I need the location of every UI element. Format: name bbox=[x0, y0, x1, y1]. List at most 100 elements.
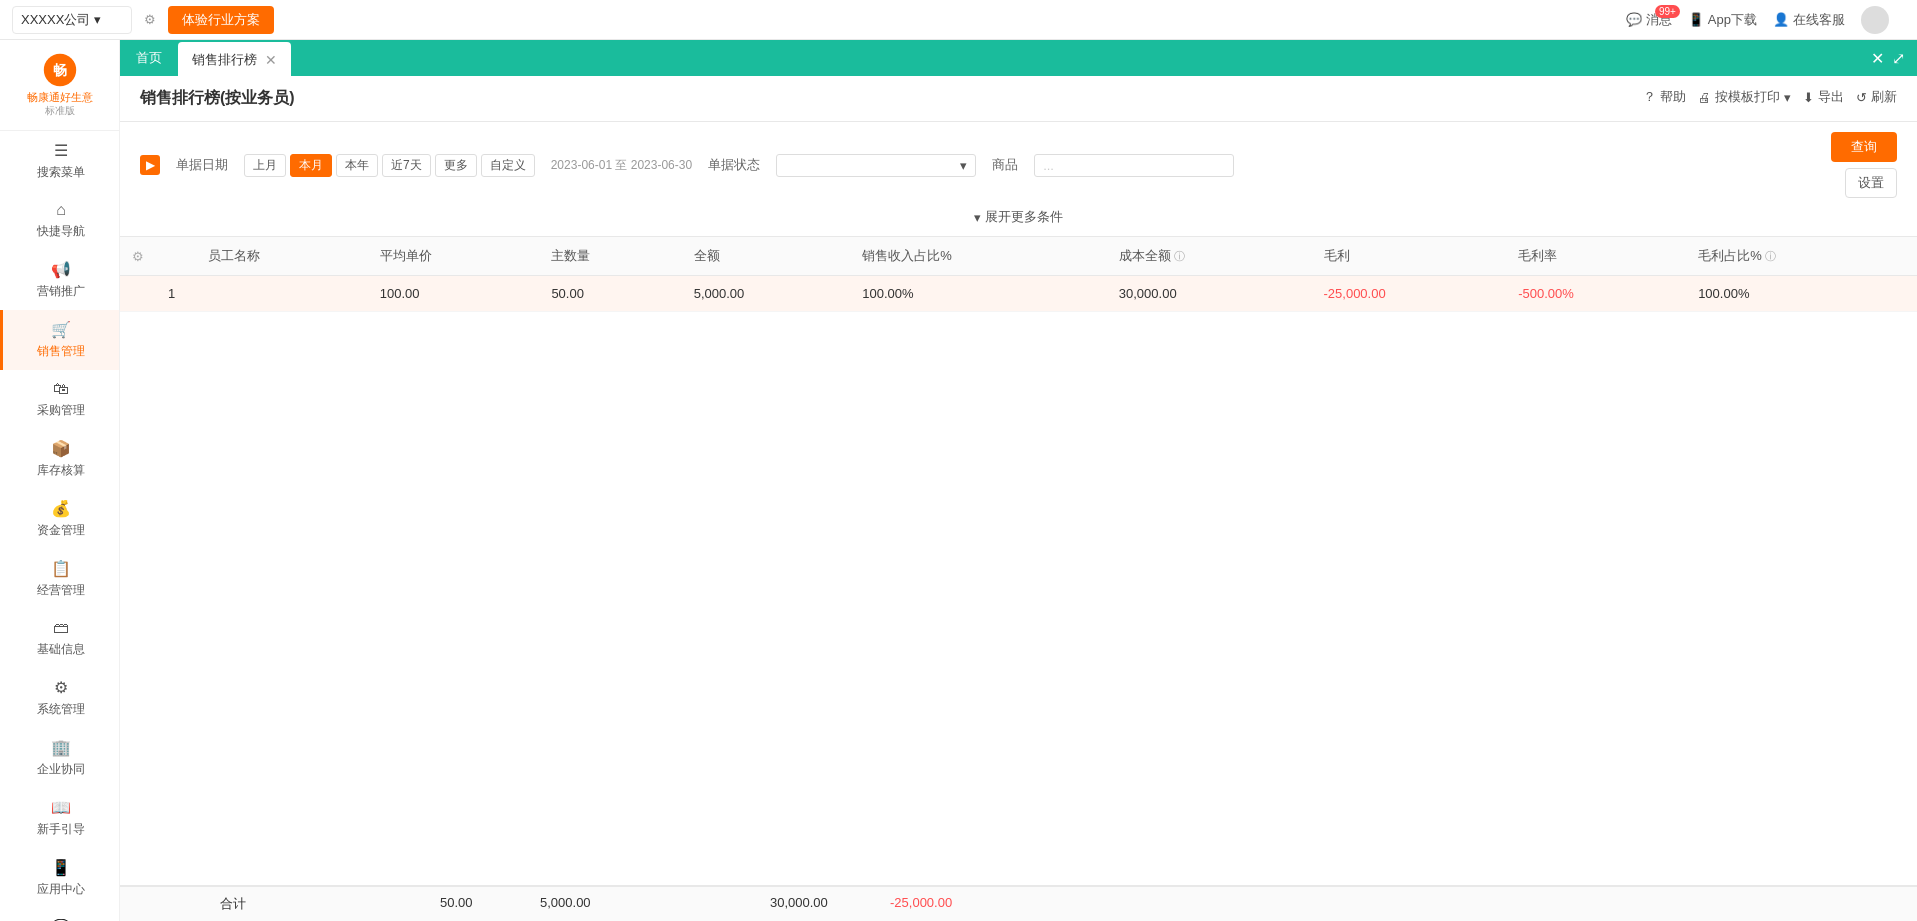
cell-qty: 50.00 bbox=[539, 276, 681, 312]
footer-avg-price-spacer bbox=[328, 895, 428, 913]
sidebar-icon-guide: 📖 bbox=[51, 798, 71, 817]
sidebar-label-search: 搜索菜单 bbox=[37, 164, 85, 181]
gross-pct-info-icon[interactable]: ⓘ bbox=[1765, 250, 1776, 262]
expand-row: ▾ 展开更多条件 bbox=[140, 202, 1897, 226]
print-icon: 🖨 bbox=[1698, 90, 1711, 105]
sidebar-item-inventory[interactable]: 📦 库存核算 bbox=[0, 429, 119, 489]
tab-close-icon[interactable]: ✕ bbox=[265, 52, 277, 68]
sidebar-items-container: ☰ 搜索菜单 ⌂ 快捷导航 📢 营销推广 🛒 销售管理 🛍 采购管理 📦 库存核… bbox=[0, 131, 119, 921]
sidebar-item-appstore[interactable]: 📱 应用中心 bbox=[0, 848, 119, 908]
sidebar-label-quick-nav: 快捷导航 bbox=[37, 223, 85, 240]
page-title: 销售排行榜(按业务员) bbox=[140, 88, 295, 121]
table-footer: 合计 50.00 5,000.00 30,000.00 -25,000.00 bbox=[120, 885, 1917, 921]
sidebar-item-sales[interactable]: 🛒 销售管理 bbox=[0, 310, 119, 370]
sidebar-icon-basic: 🗃 bbox=[53, 619, 69, 637]
footer-gross: -25,000.00 bbox=[878, 895, 978, 913]
app-download-button[interactable]: 📱 App下载 bbox=[1688, 11, 1757, 29]
sidebar-item-marketing[interactable]: 📢 营销推广 bbox=[0, 250, 119, 310]
page-header: 销售排行榜(按业务员) ？ 帮助 🖨 按模板打印 ▾ ⬇ 导出 bbox=[120, 76, 1917, 122]
sidebar-label-marketing: 营销推广 bbox=[37, 283, 85, 300]
cell-amount: 5,000.00 bbox=[682, 276, 851, 312]
maximize-icon[interactable]: ⤢ bbox=[1892, 49, 1905, 68]
expand-button[interactable]: ▾ 展开更多条件 bbox=[974, 208, 1063, 226]
date-btn-custom[interactable]: 自定义 bbox=[481, 154, 535, 177]
sidebar-icon-marketing: 📢 bbox=[51, 260, 71, 279]
th-gross-rate: 毛利率 bbox=[1506, 237, 1686, 276]
th-name: 员工名称 bbox=[196, 237, 368, 276]
filter-toggle-icon[interactable]: ▶ bbox=[140, 155, 160, 175]
sidebar-icon-appstore: 📱 bbox=[51, 858, 71, 877]
cell-rank: 1 bbox=[156, 276, 196, 312]
tab-label: 销售排行榜 bbox=[192, 51, 257, 69]
sidebar-item-wechat[interactable]: 💬 企业微信 bbox=[0, 908, 119, 921]
sidebar-item-system[interactable]: ⚙ 系统管理 bbox=[0, 668, 119, 728]
footer-spacer-1 bbox=[132, 895, 168, 913]
query-button[interactable]: 查询 bbox=[1831, 132, 1897, 162]
company-selector[interactable]: XXXXX公司 ▾ bbox=[12, 6, 132, 34]
message-button[interactable]: 💬 消息 99+ bbox=[1626, 11, 1672, 29]
footer-spacer-2 bbox=[168, 895, 208, 913]
footer-cells: 合计 50.00 5,000.00 30,000.00 -25,000.00 bbox=[132, 895, 1905, 913]
date-btn-current-month[interactable]: 本月 bbox=[290, 154, 332, 177]
online-service-button[interactable]: 👤 在线客服 bbox=[1773, 11, 1845, 29]
sidebar-icon-finance: 💰 bbox=[51, 499, 71, 518]
sidebar-item-search[interactable]: ☰ 搜索菜单 bbox=[0, 131, 119, 191]
main-layout: 畅 畅康通好生意 标准版 ☰ 搜索菜单 ⌂ 快捷导航 📢 营销推广 🛒 销售管理… bbox=[0, 40, 1917, 921]
sidebar-icon-purchase: 🛍 bbox=[53, 380, 69, 398]
tab-home[interactable]: 首页 bbox=[120, 40, 178, 76]
date-filter-group: 上月 本月 本年 近7天 更多 自定义 bbox=[244, 154, 535, 177]
print-button[interactable]: 🖨 按模板打印 ▾ bbox=[1698, 88, 1791, 106]
settings-col-icon[interactable]: ⚙ bbox=[132, 249, 144, 264]
export-button[interactable]: ⬇ 导出 bbox=[1803, 88, 1844, 106]
date-btn-last-month[interactable]: 上月 bbox=[244, 154, 286, 177]
page-content: 销售排行榜(按业务员) ？ 帮助 🖨 按模板打印 ▾ ⬇ 导出 bbox=[120, 76, 1917, 921]
svg-text:畅: 畅 bbox=[53, 62, 67, 78]
close-window-icon[interactable]: ✕ bbox=[1871, 49, 1884, 68]
top-right-area: 💬 消息 99+ 📱 App下载 👤 在线客服 bbox=[1626, 6, 1905, 34]
filter-bar: ▶ 单据日期 上月 本月 本年 近7天 更多 自定义 2023-06-01 至 … bbox=[120, 122, 1917, 237]
sidebar: 畅 畅康通好生意 标准版 ☰ 搜索菜单 ⌂ 快捷导航 📢 营销推广 🛒 销售管理… bbox=[0, 40, 120, 921]
cell-settings bbox=[120, 276, 156, 312]
th-settings[interactable]: ⚙ bbox=[120, 237, 156, 276]
footer-qty: 50.00 bbox=[428, 895, 528, 913]
sidebar-item-guide[interactable]: 📖 新手引导 bbox=[0, 788, 119, 848]
sidebar-label-purchase: 采购管理 bbox=[37, 402, 85, 419]
table-area: ⚙ 员工名称 平均单价 主数量 全额 销售收入占比% 成本全额 ⓘ 毛利 毛利率… bbox=[120, 237, 1917, 885]
avatar[interactable] bbox=[1861, 6, 1889, 34]
sidebar-icon-sales: 🛒 bbox=[51, 320, 71, 339]
chevron-down-icon: ▾ bbox=[974, 210, 981, 225]
sidebar-item-finance[interactable]: 💰 资金管理 bbox=[0, 489, 119, 549]
help-button[interactable]: ？ 帮助 bbox=[1643, 88, 1686, 106]
sidebar-item-operation[interactable]: 📋 经营管理 bbox=[0, 549, 119, 609]
page-header-actions: ？ 帮助 🖨 按模板打印 ▾ ⬇ 导出 ↺ 刷新 bbox=[1643, 88, 1897, 118]
date-btn-7days[interactable]: 近7天 bbox=[382, 154, 431, 177]
sidebar-label-finance: 资金管理 bbox=[37, 522, 85, 539]
trial-button[interactable]: 体验行业方案 bbox=[168, 6, 274, 34]
date-btn-year[interactable]: 本年 bbox=[336, 154, 378, 177]
cost-info-icon[interactable]: ⓘ bbox=[1174, 250, 1185, 262]
sidebar-label-inventory: 库存核算 bbox=[37, 462, 85, 479]
sidebar-item-quick-nav[interactable]: ⌂ 快捷导航 bbox=[0, 191, 119, 250]
cell-sales-pct: 100.00% bbox=[850, 276, 1107, 312]
goods-input[interactable]: ... bbox=[1034, 154, 1234, 177]
th-rank bbox=[156, 237, 196, 276]
cell-gross-pct: 100.00% bbox=[1686, 276, 1917, 312]
sidebar-logo: 畅 畅康通好生意 标准版 bbox=[0, 40, 119, 131]
settings-button[interactable]: 设置 bbox=[1845, 168, 1897, 198]
export-icon: ⬇ bbox=[1803, 90, 1814, 105]
tab-sales-ranking[interactable]: 销售排行榜 ✕ bbox=[178, 42, 291, 78]
sidebar-icon-operation: 📋 bbox=[51, 559, 71, 578]
status-chevron-icon: ▾ bbox=[960, 158, 967, 173]
date-btn-more[interactable]: 更多 bbox=[435, 154, 477, 177]
sidebar-icon-search: ☰ bbox=[54, 141, 68, 160]
sidebar-item-basic[interactable]: 🗃 基础信息 bbox=[0, 609, 119, 668]
tab-bar: 首页 销售排行榜 ✕ ✕ ⤢ bbox=[120, 40, 1917, 76]
status-select[interactable]: ▾ bbox=[776, 154, 976, 177]
th-qty: 主数量 bbox=[539, 237, 681, 276]
refresh-button[interactable]: ↺ 刷新 bbox=[1856, 88, 1897, 106]
sidebar-item-purchase[interactable]: 🛍 采购管理 bbox=[0, 370, 119, 429]
sidebar-item-enterprise[interactable]: 🏢 企业协同 bbox=[0, 728, 119, 788]
settings-icon[interactable]: ⚙ bbox=[140, 8, 160, 31]
goods-placeholder: ... bbox=[1043, 158, 1225, 173]
refresh-icon: ↺ bbox=[1856, 90, 1867, 105]
